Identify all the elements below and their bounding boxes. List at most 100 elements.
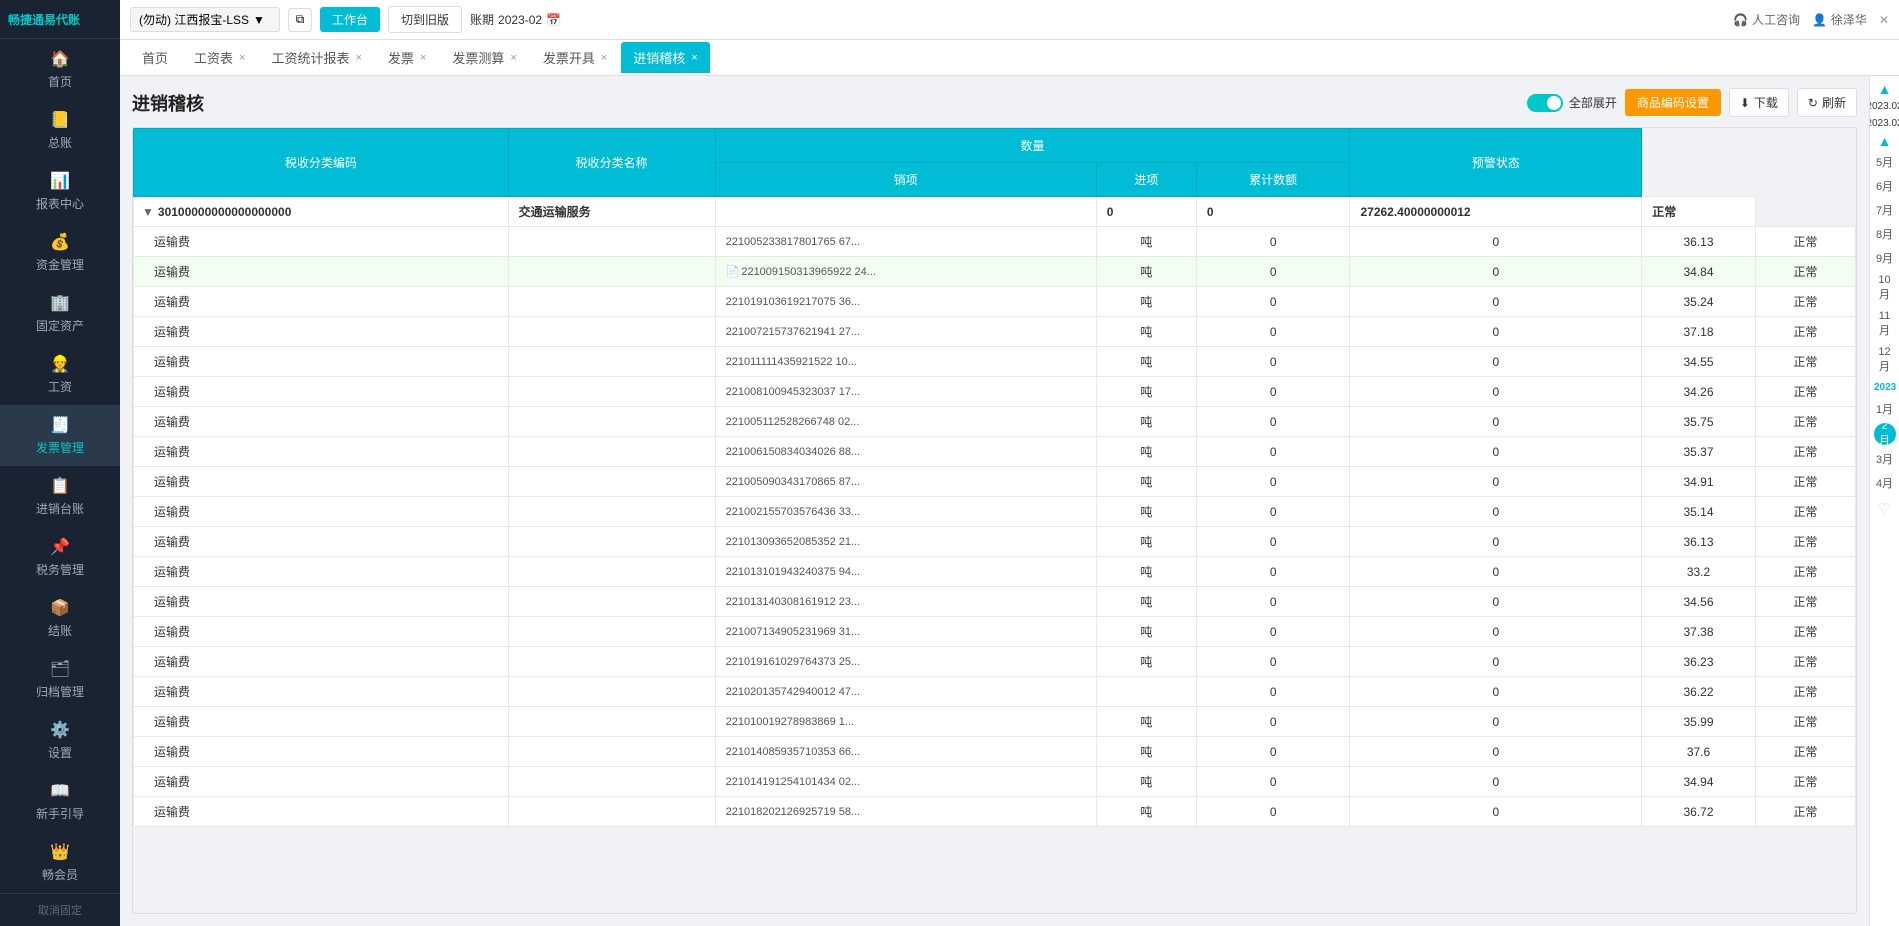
heart-icon: ♡ (1878, 500, 1891, 517)
tab-label: 首页 (142, 48, 168, 67)
unpin-button[interactable]: 取消固定 (0, 893, 120, 926)
sidebar-item-assets[interactable]: 🏢 固定资产 (0, 283, 120, 344)
switch-button[interactable]: 切到旧版 (388, 6, 462, 33)
month-item-mar[interactable]: 3月 (1870, 448, 1899, 470)
table-row: 运输费221007134905231969 31...吨0037.38正常 (134, 617, 1856, 647)
company-selector[interactable]: (勿动) 江西报宝-LSS ▼ (130, 7, 280, 32)
right-panel: ▲ 2023.02 2023.02 ▲ 5月 6月 7月 8月 9月 10月 1… (1869, 76, 1899, 926)
main-area: (勿动) 江西报宝-LSS ▼ ⧉ 工作台 切到旧版 账期 2023-02 📅 … (120, 0, 1899, 926)
headset-icon: 🎧 (1733, 13, 1748, 27)
workspace-button[interactable]: 工作台 (320, 7, 380, 32)
sidebar-item-salary[interactable]: 👷 工资 (0, 344, 120, 405)
sidebar-item-label: 报表中心 (36, 195, 84, 212)
sidebar-item-finance[interactable]: 💰 资金管理 (0, 222, 120, 283)
month-item-may[interactable]: 5月 (1870, 151, 1899, 173)
archive-icon: 🗂 (50, 659, 70, 679)
month-item-apr[interactable]: 4月 (1870, 472, 1899, 494)
period-selector[interactable]: 账期 2023-02 📅 (470, 11, 561, 28)
month-item-jul[interactable]: 7月 (1870, 199, 1899, 221)
user-menu[interactable]: 👤 徐泽华 (1812, 11, 1867, 28)
sidebar-item-report[interactable]: 📊 报表中心 (0, 161, 120, 222)
download-button[interactable]: ⬇ 下载 (1729, 88, 1789, 117)
sidebar-item-tax[interactable]: 📌 税务管理 (0, 527, 120, 588)
sidebar-item-label: 发票管理 (36, 439, 84, 456)
tab-close-icon[interactable]: × (420, 52, 426, 64)
month-item-dec[interactable]: 12月 (1870, 343, 1899, 377)
sidebar-item-home[interactable]: 🏠 首页 (0, 39, 120, 100)
month-item-aug[interactable]: 8月 (1870, 223, 1899, 245)
tab-bar: 首页 工资表 × 工资统计报表 × 发票 × 发票测算 × 发票开具 × 进销稽… (120, 40, 1899, 76)
finance-icon: 💰 (50, 232, 70, 252)
tab-close-icon[interactable]: × (355, 52, 361, 64)
col-tax-code: 税收分类编码 (134, 129, 509, 197)
tab-close-icon[interactable]: × (510, 52, 516, 64)
sidebar-item-closing[interactable]: 📦 结账 (0, 588, 120, 649)
tab-close-icon[interactable]: × (239, 52, 245, 64)
scroll-up-months-button[interactable]: ▲ (1878, 133, 1892, 149)
table-row: 运输费221019103619217075 36...吨0035.24正常 (134, 287, 1856, 317)
refresh-button[interactable]: ↻ 刷新 (1797, 88, 1857, 117)
year-2023-label[interactable]: 2023 (1870, 379, 1899, 396)
table-row: 运输费221008100945323037 17...吨0034.26正常 (134, 377, 1856, 407)
tab-invoice[interactable]: 发票 × (376, 42, 438, 73)
month-item-feb[interactable]: 2月 (1874, 423, 1896, 445)
sidebar-item-archive[interactable]: 🗂 归档管理 (0, 649, 120, 710)
tab-close-icon[interactable]: × (601, 52, 607, 64)
col-cumulative: 累计数额 (1196, 163, 1350, 197)
file-icon: 📄 (726, 266, 740, 278)
month-item-nov[interactable]: 11月 (1870, 307, 1899, 341)
month-item-sep[interactable]: 9月 (1870, 247, 1899, 269)
copy-button[interactable]: ⧉ (288, 8, 312, 32)
refresh-label: 刷新 (1822, 94, 1846, 111)
tab-invoice-issue[interactable]: 发票开具 × (531, 42, 619, 73)
service-label: 人工咨询 (1752, 11, 1800, 28)
tab-close-icon[interactable]: × (691, 52, 697, 64)
col-sales: 销项 (715, 163, 1096, 197)
col-quantity-group: 数量 (715, 129, 1350, 163)
tab-salary-report[interactable]: 工资统计报表 × (259, 42, 373, 73)
assets-icon: 🏢 (50, 293, 70, 313)
sidebar-item-label: 归档管理 (36, 683, 84, 700)
user-icon: 👤 (1812, 13, 1827, 27)
expand-icon[interactable]: ▼ (142, 205, 154, 219)
sidebar-item-ledger[interactable]: 📒 总账 (0, 100, 120, 161)
tab-label: 进销稽核 (633, 48, 685, 67)
tab-invoice-calc[interactable]: 发票测算 × (440, 42, 528, 73)
sidebar-item-guide[interactable]: 📖 新手引导 (0, 771, 120, 832)
tab-label: 发票开具 (543, 48, 595, 67)
sidebar-item-invoice[interactable]: 🧾 发票管理 (0, 405, 120, 466)
table-row: 运输费221010019278983869 1...吨0035.99正常 (134, 707, 1856, 737)
expand-toggle[interactable] (1527, 94, 1563, 112)
table-row: 运输费221014085935710353 66...吨0037.6正常 (134, 737, 1856, 767)
service-button[interactable]: 🎧 人工咨询 (1733, 11, 1800, 28)
tab-home[interactable]: 首页 (130, 42, 180, 73)
sidebar-item-sales-ledger[interactable]: 📋 进销台账 (0, 466, 120, 527)
table-row: 运输费221002155703576436 33...吨0035.14正常 (134, 497, 1856, 527)
table-row: 运输费221014191254101434 02...吨0034.94正常 (134, 767, 1856, 797)
table-row: 运输费221011111435921522 10...吨0034.55正常 (134, 347, 1856, 377)
guide-icon: 📖 (50, 781, 70, 801)
sidebar-item-member[interactable]: 👑 畅会员 (0, 832, 120, 893)
month-item-jun[interactable]: 6月 (1870, 175, 1899, 197)
month-item-oct[interactable]: 10月 (1870, 271, 1899, 305)
close-icon[interactable]: ✕ (1879, 13, 1889, 27)
scroll-up-button[interactable]: ▲ (1878, 81, 1892, 97)
closing-icon: 📦 (50, 598, 70, 618)
invoice-icon: 🧾 (50, 415, 70, 435)
tab-label: 发票 (388, 48, 414, 67)
topbar-right: 🎧 人工咨询 👤 徐泽华 ✕ (1733, 11, 1889, 28)
sidebar-item-label: 总账 (48, 134, 72, 151)
year-label-2: 2023.02 (1869, 116, 1899, 131)
sidebar-item-label: 畅会员 (42, 866, 78, 883)
sidebar-item-settings[interactable]: ⚙️ 设置 (0, 710, 120, 771)
period-label: 账期 (470, 11, 494, 28)
month-item-jan[interactable]: 1月 (1870, 398, 1899, 420)
unpin-label: 取消固定 (38, 905, 82, 917)
goods-code-setting-button[interactable]: 商品编码设置 (1625, 89, 1721, 116)
sidebar-item-label: 税务管理 (36, 561, 84, 578)
tab-sales-check[interactable]: 进销稽核 × (621, 42, 709, 73)
sidebar-item-label: 新手引导 (36, 805, 84, 822)
table-row: ▼30100000000000000000交通运输服务0027262.40000… (134, 197, 1856, 227)
table-row: 运输费221019161029764373 25...吨0036.23正常 (134, 647, 1856, 677)
tab-salary-sheet[interactable]: 工资表 × (182, 42, 257, 73)
